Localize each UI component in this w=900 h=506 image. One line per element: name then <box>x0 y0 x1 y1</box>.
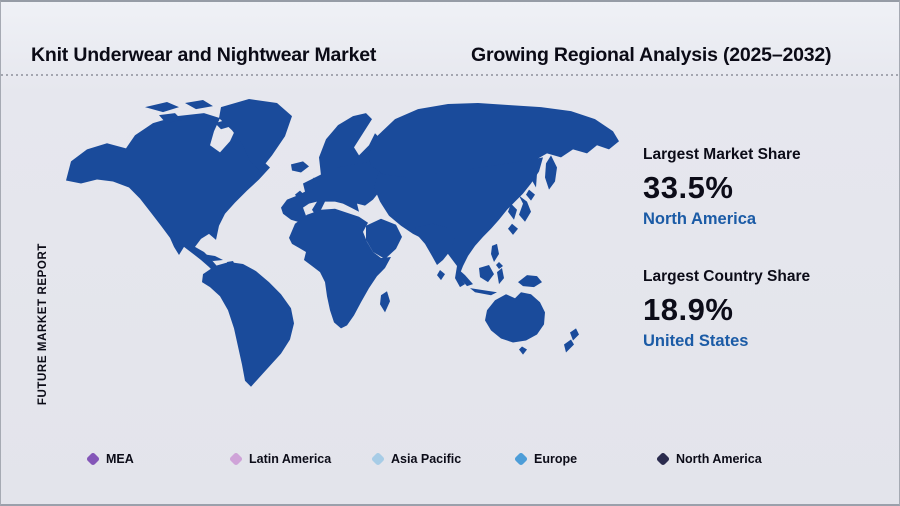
map-landmass-oceania <box>457 265 579 355</box>
stat-largest-market-share: Largest Market Share 33.5% North America <box>643 145 893 230</box>
legend-diamond-icon <box>85 451 101 467</box>
brand-vertical-label: FUTURE MARKET REPORT <box>37 242 49 406</box>
legend-diamond-icon <box>655 451 671 467</box>
legend-diamond-icon <box>370 451 386 467</box>
dotted-divider <box>1 74 899 76</box>
stat-label: Largest Market Share <box>643 146 801 163</box>
legend-label: MEA <box>106 452 134 466</box>
legend-item-europe: Europe <box>513 448 578 470</box>
legend-item-asia-pacific: Asia Pacific <box>370 448 462 470</box>
world-map <box>66 99 619 387</box>
stat-largest-country-share: Largest Country Share 18.9% United State… <box>643 267 893 352</box>
legend-label: North America <box>676 452 762 466</box>
legend-item-north-america: North America <box>655 448 762 470</box>
legend-label: Latin America <box>249 452 332 466</box>
map-landmass-asia <box>366 103 619 288</box>
legend-label: Asia Pacific <box>391 452 462 466</box>
region-legend: MEA Latin America Asia Pacific Europe No… <box>1 448 899 470</box>
stat-region: North America <box>643 210 757 228</box>
report-title-market: Knit Underwear and Nightwear Market <box>31 44 377 66</box>
legend-item-latin-america: Latin America <box>228 448 332 470</box>
legend-diamond-icon <box>228 451 244 467</box>
infographic-canvas: Knit Underwear and Nightwear Market Grow… <box>0 0 900 506</box>
stat-value: 33.5% <box>643 170 734 205</box>
stat-label: Largest Country Share <box>643 268 811 285</box>
legend-item-mea: MEA <box>85 448 134 470</box>
world-map-figure <box>63 95 623 425</box>
legend-label: Europe <box>534 452 578 466</box>
stat-region: United States <box>643 332 749 350</box>
map-landmass-south-america <box>202 262 294 387</box>
stat-value: 18.9% <box>643 292 734 327</box>
legend-diamond-icon <box>513 451 529 467</box>
report-title-analysis: Growing Regional Analysis (2025–2032) <box>471 44 832 66</box>
